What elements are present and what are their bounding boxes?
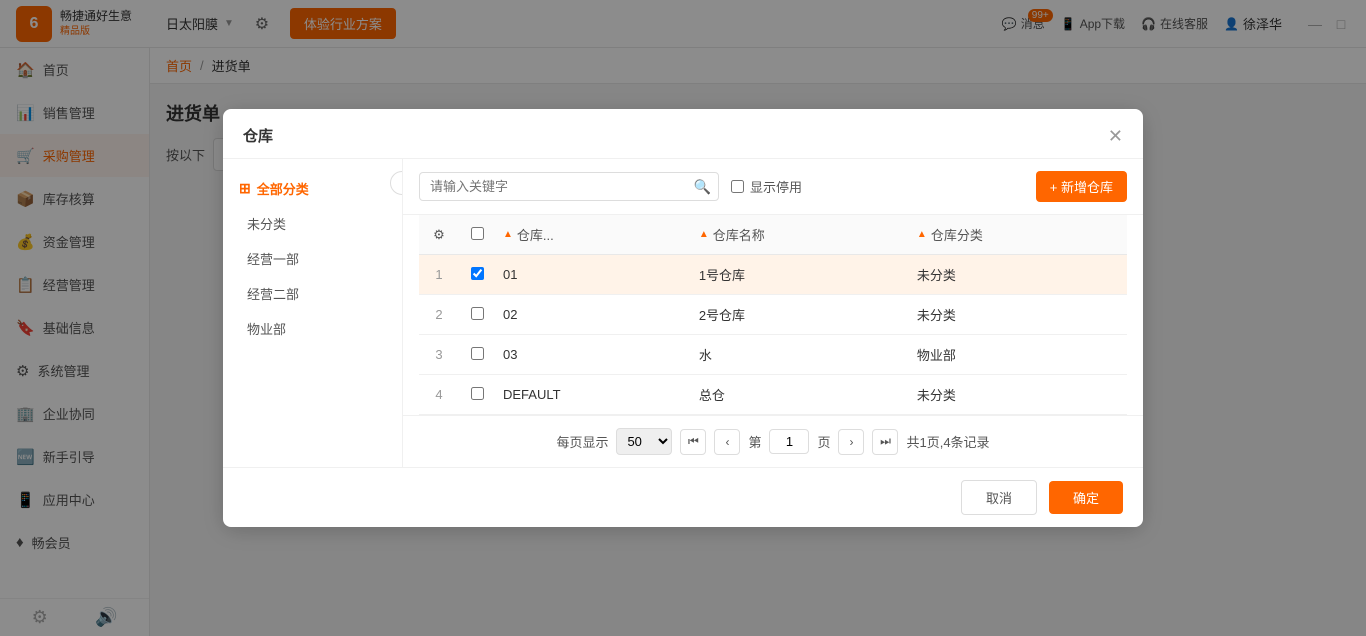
warehouse-table: ⚙ ▲ 仓库... [419,215,1127,415]
category-ops1[interactable]: 经营一部 [223,241,402,276]
category-ops2[interactable]: 经营二部 [223,276,402,311]
table-header: ⚙ ▲ 仓库... [419,215,1127,255]
add-warehouse-button[interactable]: + 新增仓库 [1036,171,1127,202]
row-check[interactable] [459,375,495,415]
th-name: ▲ 仓库名称 [691,215,909,255]
row-check[interactable] [459,335,495,375]
row-checkbox[interactable] [471,387,484,400]
cancel-button[interactable]: 取消 [961,480,1037,515]
row-checkbox[interactable] [471,347,484,360]
row-code: 02 [495,295,691,335]
page-number-input[interactable] [769,429,809,454]
category-uncategorized[interactable]: 未分类 [223,206,402,241]
row-code: 01 [495,255,691,295]
row-code: 03 [495,335,691,375]
warehouse-table-wrap: ⚙ ▲ 仓库... [403,215,1143,415]
row-number: 1 [419,255,459,295]
row-code: DEFAULT [495,375,691,415]
th-check [459,215,495,255]
table-row[interactable]: 3 03 水 物业部 [419,335,1127,375]
row-number: 3 [419,335,459,375]
row-name: 2号仓库 [691,295,909,335]
next-page-button[interactable]: › [838,429,864,455]
row-name: 总仓 [691,375,909,415]
total-info: 共1页,4条记录 [906,432,989,451]
modal-body: 《 ⊞ 全部分类 未分类 经营一部 经营二部 物业部 🔍 [223,159,1143,467]
row-checkbox[interactable] [471,267,484,280]
modal-header: 仓库 ✕ [223,109,1143,159]
table-row[interactable]: 1 01 1号仓库 未分类 [419,255,1127,295]
table-body: 1 01 1号仓库 未分类 2 02 2号仓库 未分类 3 03 水 物业部 4 [419,255,1127,415]
modal-close-button[interactable]: ✕ [1108,127,1123,145]
page-unit: 页 [817,432,830,451]
row-number: 2 [419,295,459,335]
category-sidebar: 《 ⊞ 全部分类 未分类 经营一部 经营二部 物业部 [223,159,403,467]
row-category: 物业部 [909,335,1127,375]
row-category: 未分类 [909,375,1127,415]
modal-title: 仓库 [243,125,273,146]
row-name: 1号仓库 [691,255,909,295]
show-disabled-checkbox[interactable] [731,180,744,193]
select-all-checkbox[interactable] [471,227,484,240]
row-category: 未分类 [909,255,1127,295]
table-row[interactable]: 2 02 2号仓库 未分类 [419,295,1127,335]
modal-overlay: 仓库 ✕ 《 ⊞ 全部分类 未分类 经营一部 经营二部 物业部 [0,0,1366,636]
th-category: ▲ 仓库分类 [909,215,1127,255]
page-label: 第 [748,432,761,451]
search-button[interactable]: 🔍 [694,178,711,195]
row-checkbox[interactable] [471,307,484,320]
per-page-label: 每页显示 [556,432,608,451]
prev-page-button[interactable]: ‹ [714,429,740,455]
row-check[interactable] [459,295,495,335]
first-page-button[interactable]: ⏮ [680,429,706,455]
th-code: ▲ 仓库... [495,215,691,255]
modal-search-bar: 🔍 显示停用 + 新增仓库 [403,159,1143,215]
warehouse-modal: 仓库 ✕ 《 ⊞ 全部分类 未分类 经营一部 经营二部 物业部 [223,109,1143,527]
pagination: 每页显示 50 20 100 ⏮ ‹ 第 页 › ⏭ 共1页,4条记录 [403,415,1143,467]
grid-icon: ⊞ [239,180,251,197]
modal-main-panel: 🔍 显示停用 + 新增仓库 ⚙ [403,159,1143,467]
row-number: 4 [419,375,459,415]
sort-name-icon: ▲ [699,229,709,240]
per-page-select[interactable]: 50 20 100 [616,428,672,455]
sort-cat-icon: ▲ [917,229,927,240]
confirm-button[interactable]: 确定 [1049,481,1123,514]
last-page-button[interactable]: ⏭ [872,429,898,455]
modal-footer: 取消 确定 [223,467,1143,527]
row-name: 水 [691,335,909,375]
table-row[interactable]: 4 DEFAULT 总仓 未分类 [419,375,1127,415]
show-disabled-label: 显示停用 [731,177,802,196]
search-input[interactable] [419,172,719,201]
sort-icon: ▲ [503,229,513,240]
th-settings: ⚙ [419,215,459,255]
category-all[interactable]: ⊞ 全部分类 [223,171,402,206]
search-input-wrapper: 🔍 [419,172,719,201]
category-property[interactable]: 物业部 [223,311,402,346]
row-check[interactable] [459,255,495,295]
row-category: 未分类 [909,295,1127,335]
